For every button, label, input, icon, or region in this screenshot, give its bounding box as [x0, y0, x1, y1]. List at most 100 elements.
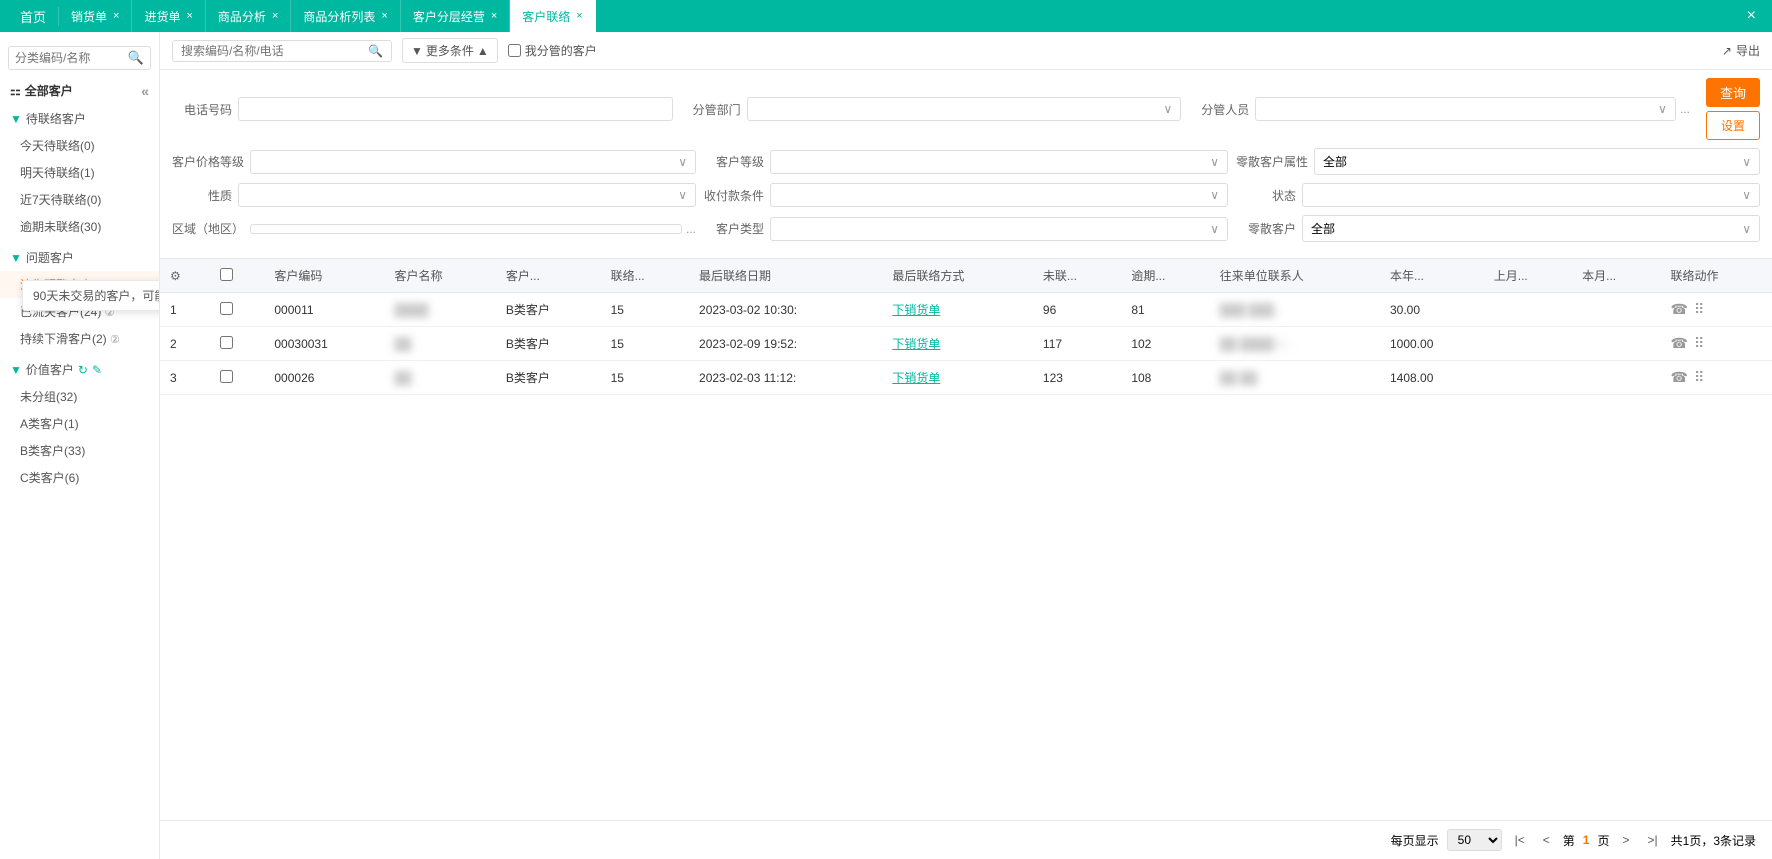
per-page-select[interactable]: 50 100 200 — [1447, 829, 1502, 851]
field-region: 区域（地区） ... — [172, 220, 696, 237]
row-checkbox-cell[interactable] — [210, 327, 264, 361]
row-last-method[interactable]: 下销货单 — [882, 293, 1033, 327]
sidebar-item-today[interactable]: 今天待联络(0) — [0, 132, 159, 159]
sidebar-item-typeC[interactable]: C类客户(6) — [0, 464, 159, 491]
region-select[interactable] — [250, 224, 682, 234]
col-code-header: 客户编码 — [264, 259, 384, 293]
last-method-link[interactable]: 下销货单 — [892, 303, 940, 317]
nav-tab-sales[interactable]: 销货单 × — [59, 0, 132, 32]
nav-tab-customer-contact[interactable]: 客户联络 × — [510, 0, 595, 32]
sidebar-item-typeB[interactable]: B类客户(33) — [0, 437, 159, 464]
scatter-customer-select[interactable]: 全部 ∨ — [1302, 215, 1760, 242]
scatter-attr-select[interactable]: 全部 ∨ — [1314, 148, 1760, 175]
nature-select[interactable]: ∨ — [238, 183, 696, 207]
row-action-more-icon[interactable]: ⠿ — [1694, 335, 1704, 352]
prev-first-btn[interactable]: |< — [1510, 831, 1530, 849]
next-btn[interactable]: > — [1618, 831, 1635, 849]
sidebar-search-input[interactable] — [15, 51, 128, 65]
prev-btn[interactable]: < — [1538, 831, 1555, 849]
close-tab-analysis-list[interactable]: × — [381, 10, 387, 22]
dept-select[interactable]: ∨ — [747, 97, 1182, 121]
sidebar-item-7days[interactable]: 近7天待联络(0) — [0, 186, 159, 213]
row-person: ██ ██ — [1210, 361, 1380, 395]
row-last-method[interactable]: 下销货单 — [882, 361, 1033, 395]
nav-home[interactable]: 首页 — [8, 7, 59, 26]
value-customer-refresh-icon[interactable]: ↻ — [78, 363, 88, 377]
close-tab-customer-contact[interactable]: × — [576, 10, 582, 22]
select-all-checkbox[interactable] — [220, 268, 233, 281]
value-customer-title[interactable]: ▼ 价值客户 ↻ ✎ — [0, 356, 159, 383]
row-name: ██ — [385, 361, 496, 395]
sidebar-item-ungroup[interactable]: 未分组(32) — [0, 383, 159, 410]
manager-select[interactable]: ∨ — [1255, 97, 1676, 121]
row-action-more-icon[interactable]: ⠿ — [1694, 369, 1704, 386]
filter-icon: ▼ — [411, 44, 423, 58]
row-action-contact-icon[interactable]: ☎ — [1671, 369, 1688, 386]
status-select[interactable]: ∨ — [1302, 183, 1760, 207]
all-customers-header[interactable]: ⚏全部客户 « — [0, 76, 159, 105]
field-payment: 收付款条件 ∨ — [704, 183, 1228, 207]
manager-more-icon[interactable]: ... — [1680, 102, 1690, 116]
row-checkbox-cell[interactable] — [210, 361, 264, 395]
row-action-contact-icon[interactable]: ☎ — [1671, 335, 1688, 352]
row-not-contacted: 117 — [1033, 327, 1121, 361]
all-customers-label: ⚏全部客户 — [10, 82, 73, 99]
sidebar-item-typeA[interactable]: A类客户(1) — [0, 410, 159, 437]
search-input[interactable] — [181, 44, 368, 58]
sidebar: 🔍 ⚏全部客户 « ▼ 待联络客户 今天待联络(0) 明天待联络(1) 近7天待… — [0, 32, 160, 859]
field-phone: 电话号码 — [172, 97, 673, 121]
row-checkbox[interactable] — [220, 370, 233, 383]
col-checkbox[interactable] — [210, 259, 264, 293]
row-action-more-icon[interactable]: ⠿ — [1694, 301, 1704, 318]
value-customer-edit-icon[interactable]: ✎ — [92, 363, 102, 377]
payment-select[interactable]: ∨ — [770, 183, 1228, 207]
row-checkbox[interactable] — [220, 336, 233, 349]
row-checkbox-cell[interactable] — [210, 293, 264, 327]
region-more-icon[interactable]: ... — [686, 222, 696, 236]
close-tab-sales[interactable]: × — [113, 10, 119, 22]
problem-customer-title[interactable]: ▼ 问题客户 — [0, 244, 159, 271]
sidebar-item-tomorrow[interactable]: 明天待联络(1) — [0, 159, 159, 186]
field-customer-type: 客户类型 ∨ — [704, 217, 1228, 241]
field-price-tier: 客户价格等级 ∨ — [172, 150, 696, 174]
last-method-link[interactable]: 下销货单 — [892, 337, 940, 351]
col-gear[interactable]: ⚙ — [160, 259, 210, 293]
nav-tab-analysis[interactable]: 商品分析 × — [206, 0, 291, 32]
row-type: B类客户 — [496, 361, 601, 395]
search-box[interactable]: 🔍 — [172, 40, 392, 62]
close-tab-customer-tier[interactable]: × — [491, 10, 497, 22]
sidebar-item-overdue[interactable]: 逾期未联络(30) — [0, 213, 159, 240]
pending-contact-title[interactable]: ▼ 待联络客户 — [0, 105, 159, 132]
nav-tab-customer-tier[interactable]: 客户分层经营 × — [401, 0, 510, 32]
next-last-btn[interactable]: >| — [1643, 831, 1663, 849]
close-tab-analysis[interactable]: × — [272, 10, 278, 22]
col-action-header: 联络动作 — [1661, 259, 1772, 293]
row-action-contact-icon[interactable]: ☎ — [1671, 301, 1688, 318]
row-action-cell: ☎ ⠿ — [1661, 293, 1772, 327]
gear-icon[interactable]: ⚙ — [170, 269, 181, 283]
settings-button[interactable]: 设置 — [1706, 111, 1760, 140]
row-no: 2 — [160, 327, 210, 361]
row-checkbox[interactable] — [220, 302, 233, 315]
query-button[interactable]: 查询 — [1706, 78, 1760, 107]
my-customers-checkbox-area[interactable]: 我分管的客户 — [508, 42, 597, 59]
row-last-method[interactable]: 下销货单 — [882, 327, 1033, 361]
nav-tab-purchase[interactable]: 进货单 × — [132, 0, 205, 32]
row-this-year: 1000.00 — [1380, 327, 1484, 361]
sidebar-item-declining[interactable]: 持续下滑客户(2) ② — [0, 325, 159, 352]
sidebar-collapse-icon[interactable]: « — [141, 83, 149, 99]
export-btn[interactable]: ↗ 导出 — [1722, 42, 1760, 59]
sidebar-search[interactable]: 🔍 — [8, 46, 151, 70]
nav-tab-analysis-list[interactable]: 商品分析列表 × — [291, 0, 400, 32]
last-method-link[interactable]: 下销货单 — [892, 371, 940, 385]
phone-input[interactable] — [238, 97, 673, 121]
my-customers-checkbox[interactable] — [508, 44, 521, 57]
row-this-month — [1572, 327, 1660, 361]
customer-type-select[interactable]: ∨ — [770, 217, 1228, 241]
customer-tier-select[interactable]: ∨ — [770, 150, 1228, 174]
price-tier-select[interactable]: ∨ — [250, 150, 696, 174]
close-tab-purchase[interactable]: × — [186, 10, 192, 22]
row-action-cell: ☎ ⠿ — [1661, 327, 1772, 361]
more-conditions-btn[interactable]: ▼ 更多条件 ▲ — [402, 38, 498, 63]
close-all-btn[interactable]: × — [1739, 7, 1764, 25]
